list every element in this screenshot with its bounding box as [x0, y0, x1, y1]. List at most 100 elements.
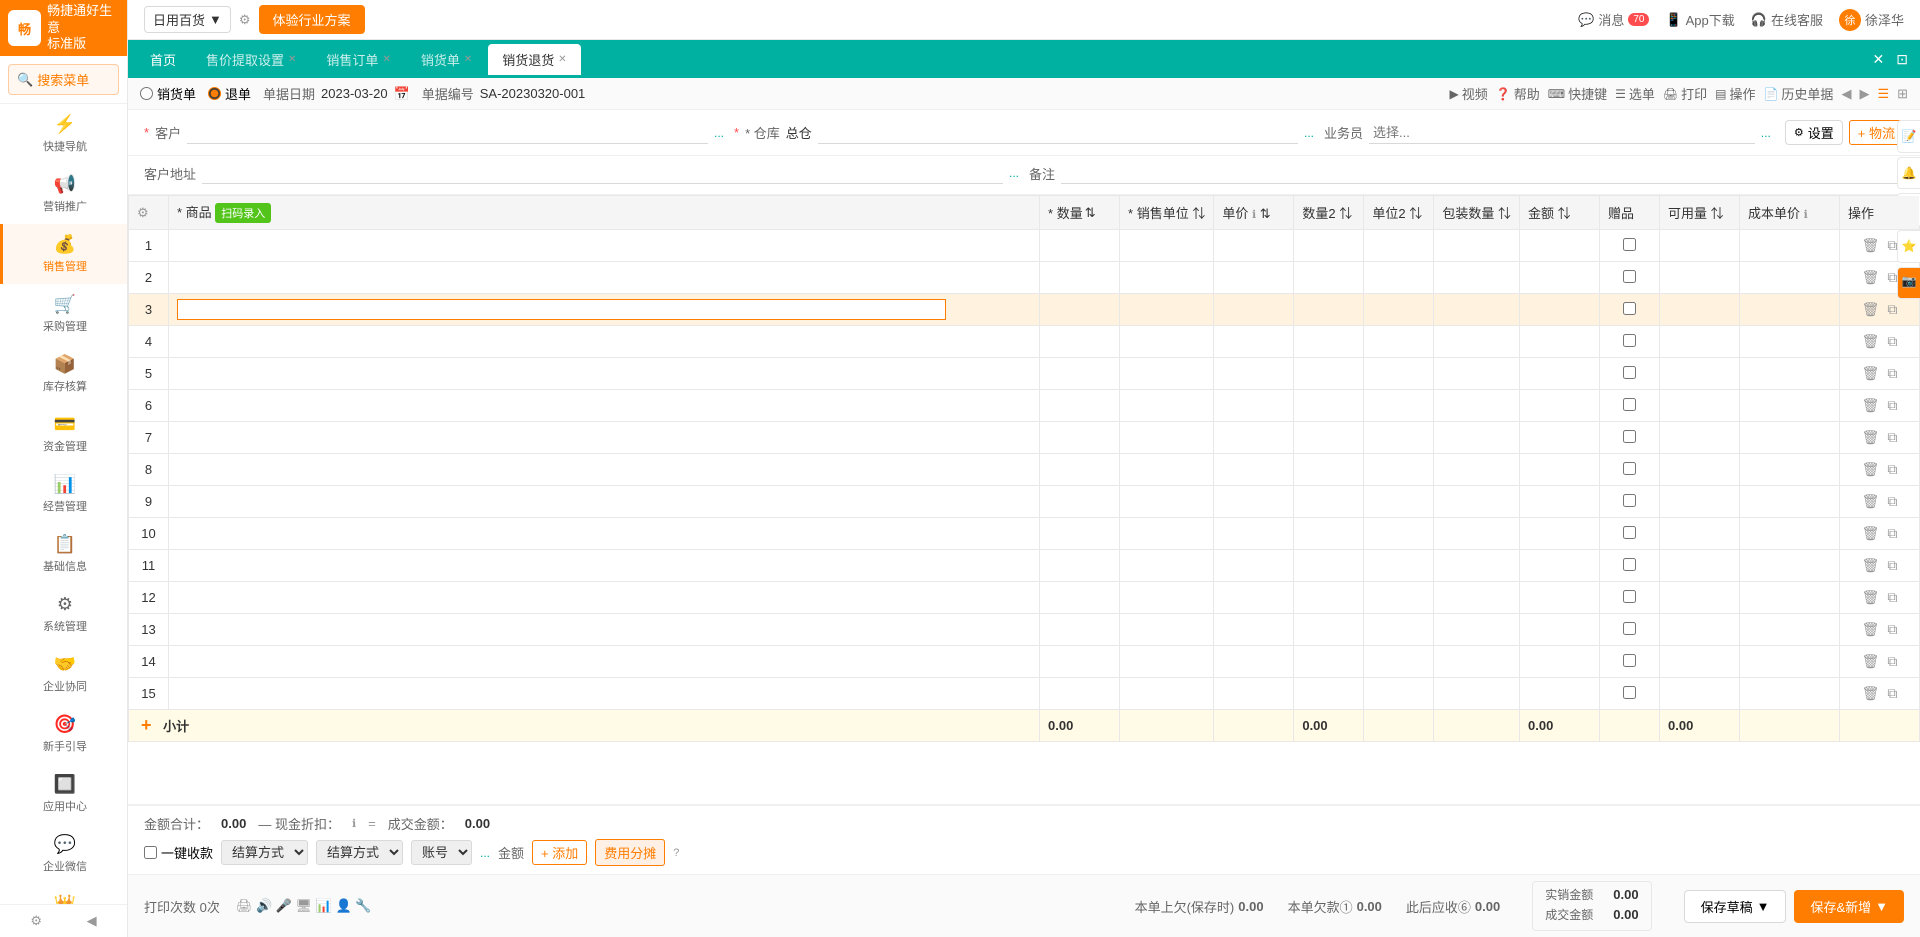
- qty2-cell[interactable]: [1294, 294, 1364, 326]
- pkg-cell[interactable]: [1434, 422, 1520, 454]
- fee-info-icon[interactable]: ?: [673, 847, 679, 859]
- th-price[interactable]: 单价 ℹ ⇅: [1214, 196, 1294, 230]
- sidebar-item-basic[interactable]: 📋 基础信息: [0, 524, 127, 584]
- goods-cell[interactable]: [169, 550, 1040, 582]
- gift-cell[interactable]: [1600, 454, 1660, 486]
- delete-row-button[interactable]: 🗑: [1860, 363, 1882, 384]
- gift-checkbox[interactable]: [1623, 686, 1636, 699]
- sidebar-item-enterprise[interactable]: 🤝 企业协同: [0, 644, 127, 704]
- qty-cell[interactable]: [1040, 326, 1120, 358]
- price-cell[interactable]: [1214, 646, 1294, 678]
- qty2-cell[interactable]: [1294, 614, 1364, 646]
- delete-row-button[interactable]: 🗑: [1860, 491, 1882, 512]
- unit2-cell[interactable]: [1364, 486, 1434, 518]
- qty2-cell[interactable]: [1294, 358, 1364, 390]
- unit-cell[interactable]: [1120, 646, 1214, 678]
- unit2-cell[interactable]: [1364, 614, 1434, 646]
- qty-cell[interactable]: [1040, 294, 1120, 326]
- unit-cell[interactable]: [1120, 390, 1214, 422]
- qty2-cell[interactable]: [1294, 646, 1364, 678]
- side-tab-2[interactable]: 🔔: [1897, 157, 1920, 190]
- gift-checkbox[interactable]: [1623, 334, 1636, 347]
- gift-cell[interactable]: [1600, 646, 1660, 678]
- tab-sales-order[interactable]: 销售订单 ✕: [312, 44, 404, 75]
- fee-split-button[interactable]: 费用分摊: [595, 839, 665, 866]
- unit-cell[interactable]: [1120, 550, 1214, 582]
- amount-cell[interactable]: [1520, 454, 1600, 486]
- unit-cell[interactable]: [1120, 454, 1214, 486]
- sidebar-settings-icon[interactable]: ⚙: [30, 913, 42, 929]
- address-picker-button[interactable]: ...: [1009, 166, 1019, 180]
- qty2-cell[interactable]: [1294, 230, 1364, 262]
- amount-cell[interactable]: [1520, 550, 1600, 582]
- gift-checkbox[interactable]: [1623, 494, 1636, 507]
- th-qty[interactable]: * 数量 ⇅: [1040, 196, 1120, 230]
- unit2-cell[interactable]: [1364, 262, 1434, 294]
- salesperson-picker-button[interactable]: ...: [1761, 126, 1771, 140]
- goods-cell[interactable]: [169, 614, 1040, 646]
- gift-checkbox[interactable]: [1623, 622, 1636, 635]
- trial-button[interactable]: 体验行业方案: [259, 5, 365, 34]
- th-pkg[interactable]: 包装数量 ⇅: [1434, 196, 1520, 230]
- gift-cell[interactable]: [1600, 486, 1660, 518]
- gift-cell[interactable]: [1600, 326, 1660, 358]
- gift-checkbox[interactable]: [1623, 590, 1636, 603]
- gift-cell[interactable]: [1600, 582, 1660, 614]
- maximize-tab-button[interactable]: ⊡: [1892, 49, 1912, 70]
- unit-cell[interactable]: [1120, 582, 1214, 614]
- unit2-cell[interactable]: [1364, 454, 1434, 486]
- customer-input[interactable]: [187, 122, 708, 144]
- goods-cell[interactable]: [169, 486, 1040, 518]
- price-cell[interactable]: [1214, 518, 1294, 550]
- sidebar-collapse-icon[interactable]: ◀: [87, 913, 97, 929]
- add-payment-button[interactable]: + 添加: [532, 840, 587, 865]
- unit-cell[interactable]: [1120, 262, 1214, 294]
- pkg-cell[interactable]: [1434, 358, 1520, 390]
- pkg-cell[interactable]: [1434, 614, 1520, 646]
- price-cell[interactable]: [1214, 614, 1294, 646]
- discount-info-icon[interactable]: ℹ: [352, 817, 356, 830]
- unit2-cell[interactable]: [1364, 230, 1434, 262]
- amount-cell[interactable]: [1520, 358, 1600, 390]
- price-cell[interactable]: [1214, 582, 1294, 614]
- sidebar-item-purchase[interactable]: 🛒 采购管理: [0, 284, 127, 344]
- qty2-cell[interactable]: [1294, 326, 1364, 358]
- qty-cell[interactable]: [1040, 518, 1120, 550]
- detail-view-icon[interactable]: ⊞: [1897, 86, 1908, 102]
- delete-row-button[interactable]: 🗑: [1860, 683, 1882, 704]
- save-new-button[interactable]: 保存&新增 ▼: [1794, 890, 1904, 923]
- pkg-cell[interactable]: [1434, 326, 1520, 358]
- remarks-input[interactable]: [1061, 162, 1904, 184]
- history-button[interactable]: 📄 历史单据: [1763, 84, 1833, 103]
- qty2-cell[interactable]: [1294, 454, 1364, 486]
- goods-cell[interactable]: [169, 422, 1040, 454]
- amount-cell[interactable]: [1520, 518, 1600, 550]
- price-cell[interactable]: [1214, 294, 1294, 326]
- unit-cell[interactable]: [1120, 326, 1214, 358]
- side-tab-4[interactable]: ⭐: [1897, 230, 1920, 263]
- gift-checkbox[interactable]: [1623, 462, 1636, 475]
- qty-cell[interactable]: [1040, 646, 1120, 678]
- gift-checkbox[interactable]: [1623, 270, 1636, 283]
- delete-row-button[interactable]: 🗑: [1860, 331, 1882, 352]
- delete-row-button[interactable]: 🗑: [1860, 267, 1882, 288]
- one-click-payment-checkbox[interactable]: 一键收款: [144, 843, 213, 862]
- goods-cell[interactable]: [169, 358, 1040, 390]
- goods-cell[interactable]: [169, 678, 1040, 710]
- qty-cell[interactable]: [1040, 550, 1120, 582]
- sidebar-item-system[interactable]: ⚙ 系统管理: [0, 584, 127, 644]
- tab-price-setting[interactable]: 售价提取设置 ✕: [192, 44, 310, 75]
- copy-row-button[interactable]: ⧉: [1885, 619, 1899, 640]
- goods-cell[interactable]: [169, 230, 1040, 262]
- salesperson-input[interactable]: [1369, 122, 1755, 144]
- unit-cell[interactable]: [1120, 518, 1214, 550]
- gift-cell[interactable]: [1600, 678, 1660, 710]
- amount-cell[interactable]: [1520, 390, 1600, 422]
- qty-cell[interactable]: [1040, 614, 1120, 646]
- qty-cell[interactable]: [1040, 454, 1120, 486]
- unit2-cell[interactable]: [1364, 518, 1434, 550]
- pkg-cell[interactable]: [1434, 518, 1520, 550]
- amount-cell[interactable]: [1520, 582, 1600, 614]
- price-cell[interactable]: [1214, 454, 1294, 486]
- price-cell[interactable]: [1214, 230, 1294, 262]
